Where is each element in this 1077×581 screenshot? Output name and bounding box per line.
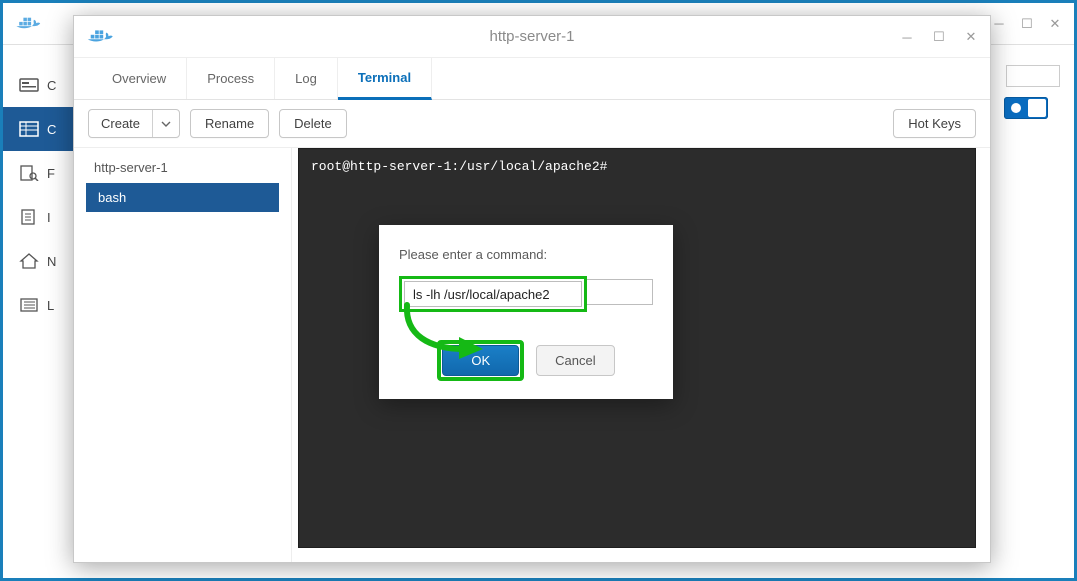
- command-input-right[interactable]: [587, 279, 653, 305]
- minimize-icon[interactable]: ─: [900, 30, 914, 44]
- modal-title: http-server-1: [489, 28, 574, 45]
- rename-button[interactable]: Rename: [190, 109, 269, 138]
- minimize-icon[interactable]: ─: [992, 17, 1006, 31]
- sidebar-label: I: [47, 210, 51, 225]
- container-window: http-server-1 ─ ☐ ✕ Overview Process Log…: [73, 15, 991, 563]
- sidebar-item-2[interactable]: F: [3, 151, 73, 195]
- doc-icon: [19, 209, 39, 225]
- sidebar-item-4[interactable]: N: [3, 239, 73, 283]
- search-doc-icon: [19, 165, 39, 181]
- tab-process[interactable]: Process: [187, 58, 275, 99]
- bg-search-field[interactable]: [1006, 65, 1060, 87]
- cancel-button[interactable]: Cancel: [536, 345, 614, 376]
- bg-window-controls: ─ ☐ ✕: [992, 17, 1062, 31]
- tab-log[interactable]: Log: [275, 58, 338, 99]
- sidebar-label: L: [47, 298, 54, 313]
- terminal-view[interactable]: root@http-server-1:/usr/local/apache2# P…: [298, 148, 976, 548]
- home-icon: [19, 253, 39, 269]
- terminal-prompt: root@http-server-1:/usr/local/apache2#: [311, 159, 607, 174]
- close-icon[interactable]: ✕: [964, 30, 978, 44]
- ok-button[interactable]: OK: [442, 345, 519, 376]
- command-dialog: Please enter a command: OK Cancel: [379, 225, 673, 399]
- bg-sidebar: C C F I N L: [3, 45, 73, 578]
- delete-button[interactable]: Delete: [279, 109, 347, 138]
- sidebar-item-0[interactable]: C: [3, 63, 73, 107]
- sidebar-label: N: [47, 254, 56, 269]
- close-icon[interactable]: ✕: [1048, 17, 1062, 31]
- command-input-highlight: [399, 276, 587, 312]
- list-icon: [19, 297, 39, 313]
- grid-icon: [19, 121, 39, 137]
- maximize-icon[interactable]: ☐: [1020, 17, 1034, 31]
- docker-icon: [86, 26, 116, 48]
- command-input[interactable]: [404, 281, 582, 307]
- sidebar-label: C: [47, 78, 56, 93]
- modal-body: http-server-1 bash root@http-server-1:/u…: [74, 148, 990, 562]
- chevron-down-icon[interactable]: [153, 110, 179, 137]
- docker-icon: [15, 13, 43, 35]
- sidebar-label: F: [47, 166, 55, 181]
- sidebar-label: C: [47, 122, 56, 137]
- sidebar-item-1[interactable]: C: [3, 107, 73, 151]
- tree-item-bash[interactable]: bash: [86, 183, 279, 212]
- ok-highlight: OK: [437, 340, 524, 381]
- tree-root[interactable]: http-server-1: [86, 154, 279, 181]
- create-button[interactable]: Create: [88, 109, 180, 138]
- maximize-icon[interactable]: ☐: [932, 30, 946, 44]
- command-label: Please enter a command:: [399, 247, 653, 262]
- hotkeys-button[interactable]: Hot Keys: [893, 109, 976, 138]
- tab-terminal[interactable]: Terminal: [338, 58, 432, 100]
- bg-toggle[interactable]: [1004, 97, 1048, 119]
- sidebar-item-5[interactable]: L: [3, 283, 73, 327]
- modal-window-controls: ─ ☐ ✕: [900, 16, 978, 58]
- tab-overview[interactable]: Overview: [92, 58, 187, 99]
- tab-bar: Overview Process Log Terminal: [74, 58, 990, 100]
- card-icon: [19, 77, 39, 93]
- sidebar-item-3[interactable]: I: [3, 195, 73, 239]
- create-label: Create: [89, 110, 153, 137]
- modal-titlebar: http-server-1 ─ ☐ ✕: [74, 16, 990, 58]
- toolbar: Create Rename Delete Hot Keys: [74, 100, 990, 148]
- session-tree: http-server-1 bash: [74, 148, 292, 562]
